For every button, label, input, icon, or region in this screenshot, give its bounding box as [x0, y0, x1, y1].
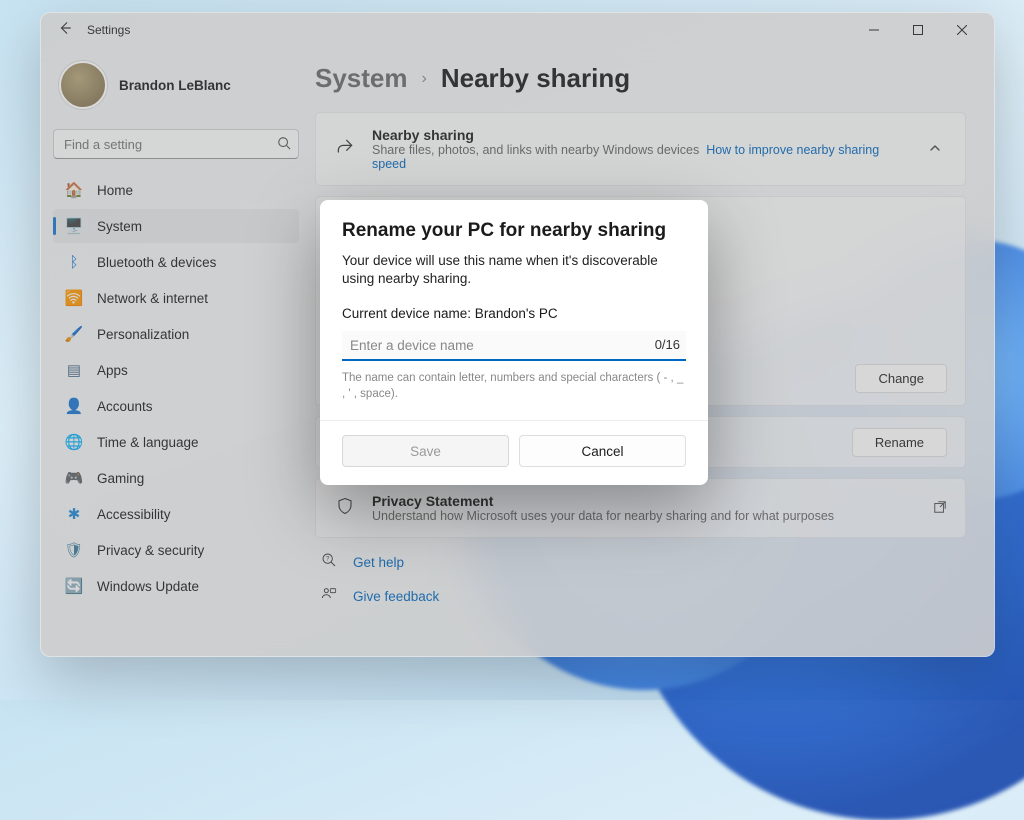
rename-modal: Rename your PC for nearby sharing Your d… [320, 200, 708, 485]
modal-footer: Save Cancel [320, 420, 708, 485]
cancel-button[interactable]: Cancel [519, 435, 686, 467]
modal-current-name: Current device name: Brandon's PC [342, 306, 686, 321]
save-button[interactable]: Save [342, 435, 509, 467]
device-name-field: 0/16 [342, 331, 686, 361]
device-name-input[interactable] [342, 331, 686, 361]
char-counter: 0/16 [655, 337, 680, 352]
modal-hint: The name can contain letter, numbers and… [342, 371, 686, 402]
modal-title: Rename your PC for nearby sharing [342, 220, 686, 242]
modal-desc: Your device will use this name when it's… [342, 252, 686, 288]
